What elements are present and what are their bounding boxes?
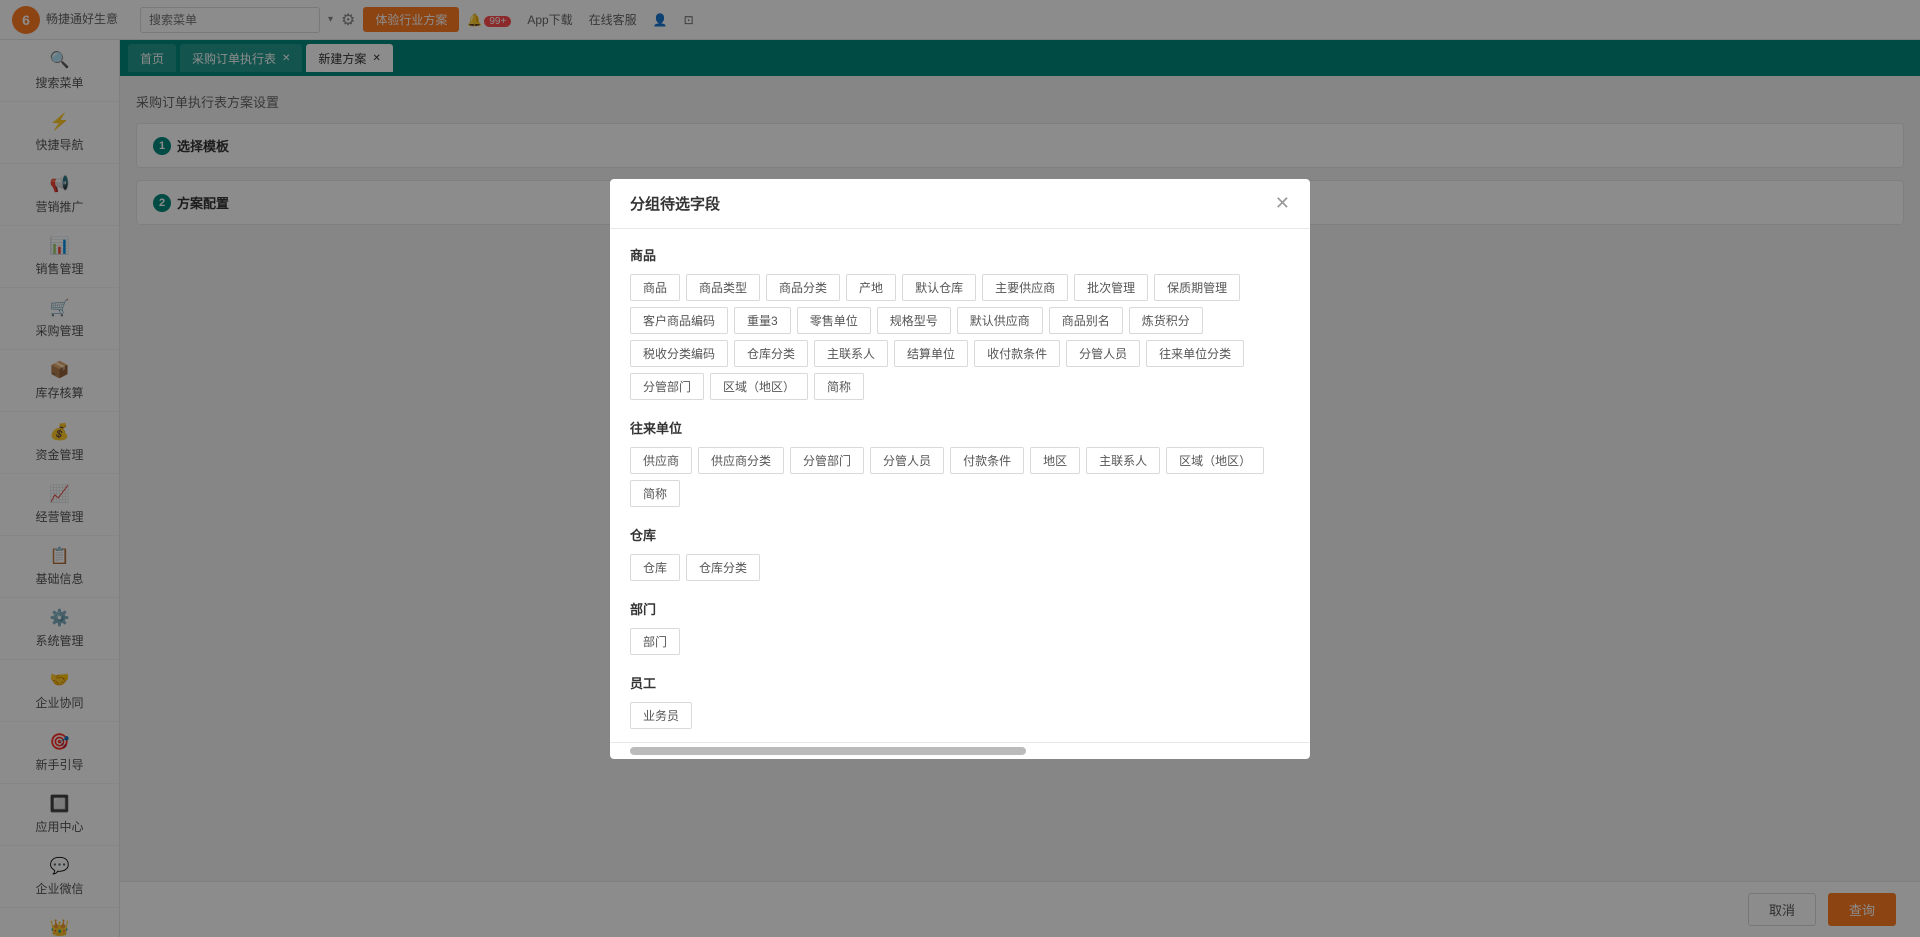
field-tags-partner: 供应商供应商分类分管部门分管人员付款条件地区主联系人区域（地区） 简称 (630, 447, 1290, 507)
field-tag-partner-7[interactable]: 区域（地区） (1166, 447, 1264, 474)
modal-hscroll[interactable] (610, 742, 1310, 759)
field-tag-goods-24[interactable]: 简称 (814, 373, 864, 400)
section-partner: 往来单位供应商供应商分类分管部门分管人员付款条件地区主联系人区域（地区） 简称 (630, 418, 1290, 507)
modal-header: 分组待选字段 ✕ (610, 179, 1310, 229)
field-tag-goods-3[interactable]: 产地 (846, 274, 896, 301)
section-title-warehouse: 仓库 (630, 525, 1290, 544)
field-tags-employee: 业务员 (630, 702, 1290, 729)
field-tag-warehouse-0[interactable]: 仓库 (630, 554, 680, 581)
modal-backdrop: 分组待选字段 ✕ 商品商品商品类型商品分类产地默认仓库主要供应商批次管理保质期管… (0, 0, 1920, 937)
field-tag-goods-11[interactable]: 规格型号 (877, 307, 951, 334)
field-tag-partner-6[interactable]: 主联系人 (1086, 447, 1160, 474)
field-tag-partner-3[interactable]: 分管人员 (870, 447, 944, 474)
section-warehouse: 仓库仓库仓库分类 (630, 525, 1290, 581)
field-tag-goods-5[interactable]: 主要供应商 (982, 274, 1068, 301)
field-tag-partner-2[interactable]: 分管部门 (790, 447, 864, 474)
field-tag-goods-18[interactable]: 结算单位 (894, 340, 968, 367)
field-tag-partner-4[interactable]: 付款条件 (950, 447, 1024, 474)
field-tags-goods: 商品商品类型商品分类产地默认仓库主要供应商批次管理保质期管理客户商品编码重量3零… (630, 274, 1290, 400)
field-tag-goods-15[interactable]: 税收分类编码 (630, 340, 728, 367)
modal-close-button[interactable]: ✕ (1275, 193, 1290, 214)
field-tag-goods-4[interactable]: 默认仓库 (902, 274, 976, 301)
field-tag-goods-9[interactable]: 重量3 (734, 307, 791, 334)
field-tag-partner-8[interactable]: 简称 (630, 480, 680, 507)
field-tag-employee-0[interactable]: 业务员 (630, 702, 692, 729)
field-tag-goods-10[interactable]: 零售单位 (797, 307, 871, 334)
field-tag-goods-12[interactable]: 默认供应商 (957, 307, 1043, 334)
section-title-employee: 员工 (630, 673, 1290, 692)
field-tag-goods-22[interactable]: 分管部门 (630, 373, 704, 400)
section-employee: 员工业务员 (630, 673, 1290, 729)
field-tag-goods-16[interactable]: 仓库分类 (734, 340, 808, 367)
field-tag-goods-14[interactable]: 炼货积分 (1129, 307, 1203, 334)
field-tag-goods-20[interactable]: 分管人员 (1066, 340, 1140, 367)
field-tag-department-0[interactable]: 部门 (630, 628, 680, 655)
field-tag-goods-0[interactable]: 商品 (630, 274, 680, 301)
field-tag-partner-5[interactable]: 地区 (1030, 447, 1080, 474)
section-title-goods: 商品 (630, 245, 1290, 264)
section-department: 部门部门 (630, 599, 1290, 655)
field-tag-goods-1[interactable]: 商品类型 (686, 274, 760, 301)
field-tag-goods-2[interactable]: 商品分类 (766, 274, 840, 301)
field-tag-warehouse-1[interactable]: 仓库分类 (686, 554, 760, 581)
section-title-department: 部门 (630, 599, 1290, 618)
field-tag-partner-0[interactable]: 供应商 (630, 447, 692, 474)
field-tag-partner-1[interactable]: 供应商分类 (698, 447, 784, 474)
modal-dialog: 分组待选字段 ✕ 商品商品商品类型商品分类产地默认仓库主要供应商批次管理保质期管… (610, 179, 1310, 759)
modal-body: 商品商品商品类型商品分类产地默认仓库主要供应商批次管理保质期管理客户商品编码重量… (610, 229, 1310, 742)
field-tag-goods-8[interactable]: 客户商品编码 (630, 307, 728, 334)
field-tag-goods-17[interactable]: 主联系人 (814, 340, 888, 367)
modal-title: 分组待选字段 (630, 193, 720, 214)
field-tags-warehouse: 仓库仓库分类 (630, 554, 1290, 581)
field-tag-goods-7[interactable]: 保质期管理 (1154, 274, 1240, 301)
field-tag-goods-19[interactable]: 收付款条件 (974, 340, 1060, 367)
field-tags-department: 部门 (630, 628, 1290, 655)
field-tag-goods-21[interactable]: 往来单位分类 (1146, 340, 1244, 367)
field-tag-goods-13[interactable]: 商品别名 (1049, 307, 1123, 334)
section-title-partner: 往来单位 (630, 418, 1290, 437)
section-goods: 商品商品商品类型商品分类产地默认仓库主要供应商批次管理保质期管理客户商品编码重量… (630, 245, 1290, 400)
field-tag-goods-6[interactable]: 批次管理 (1074, 274, 1148, 301)
field-tag-goods-23[interactable]: 区域（地区） (710, 373, 808, 400)
